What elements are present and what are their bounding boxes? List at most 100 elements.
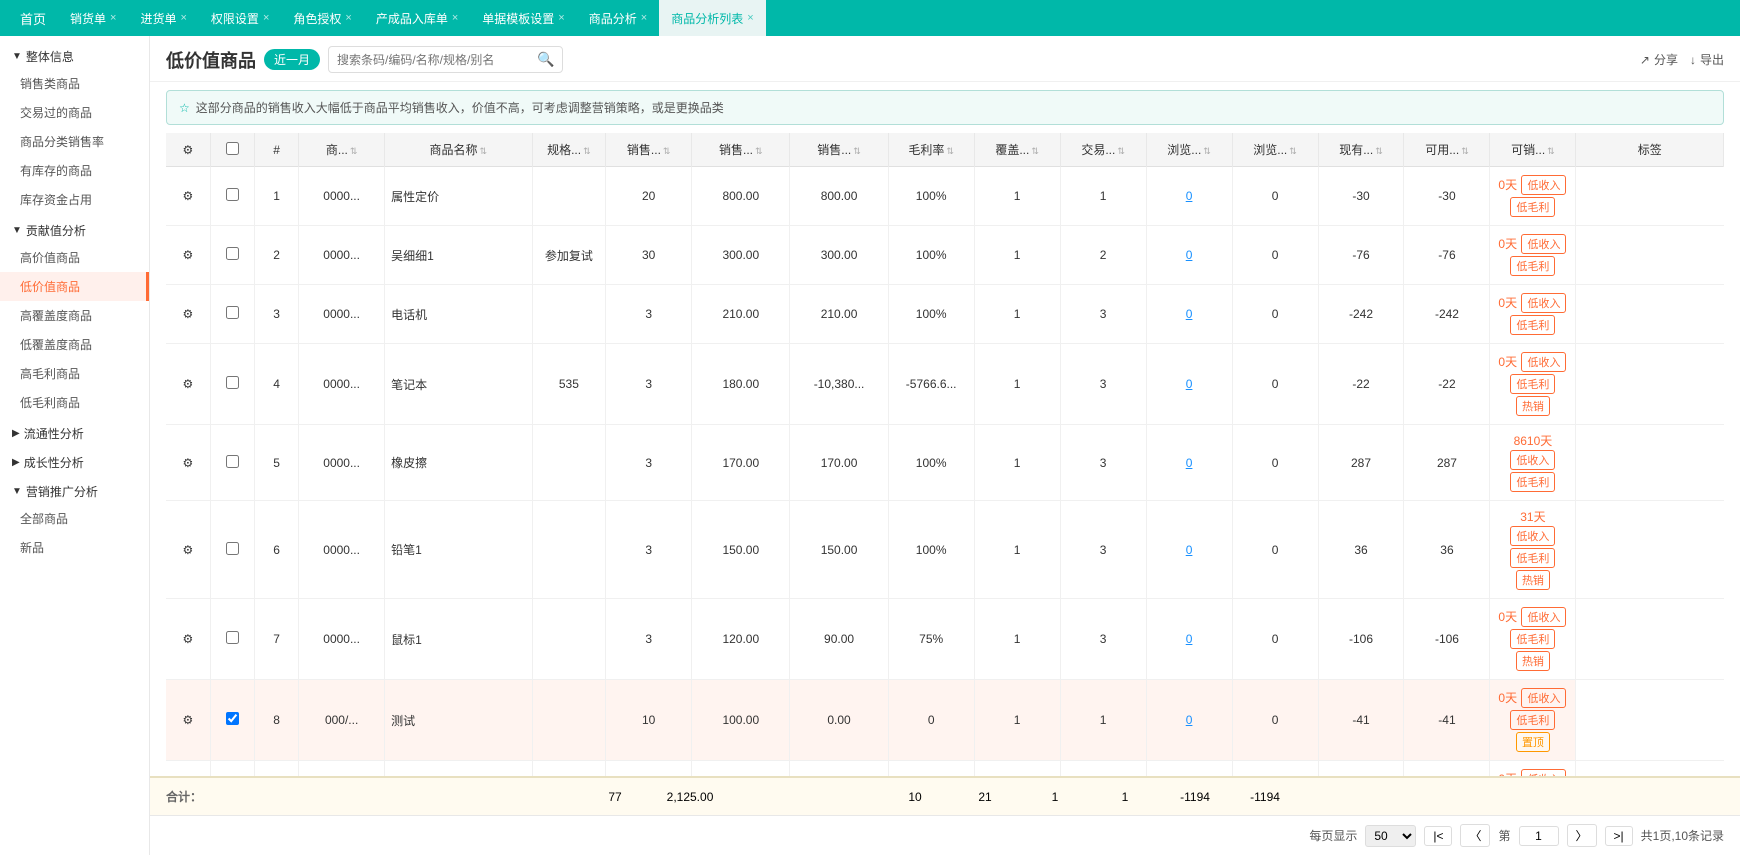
col-browse1[interactable]: 浏览...⇅: [1146, 133, 1232, 167]
col-sales3[interactable]: 销售...⇅: [790, 133, 888, 167]
sidebar-item-category-sales[interactable]: 商品分类销售率: [0, 127, 149, 156]
row-checkbox[interactable]: [226, 631, 239, 644]
col-transaction[interactable]: 交易...⇅: [1060, 133, 1146, 167]
row-col7[interactable]: 0: [1146, 226, 1232, 285]
row-col7[interactable]: 0: [1146, 501, 1232, 599]
settings-cell[interactable]: ⚙: [166, 599, 210, 680]
nav-role-auth[interactable]: 角色授权 ×: [281, 0, 363, 36]
close-icon[interactable]: ×: [641, 12, 647, 24]
checkbox-cell[interactable]: [210, 167, 254, 226]
nav-template-settings[interactable]: 单据模板设置 ×: [470, 0, 576, 36]
col-settings[interactable]: ⚙: [166, 133, 210, 167]
sidebar-item-high-value[interactable]: 高价值商品: [0, 243, 149, 272]
sidebar-item-low-coverage[interactable]: 低覆盖度商品: [0, 330, 149, 359]
filter-tag-month[interactable]: 近一月: [264, 49, 320, 70]
row-col7[interactable]: 1: [1146, 761, 1232, 777]
sidebar-item-high-profit[interactable]: 高毛利商品: [0, 359, 149, 388]
close-icon[interactable]: ×: [110, 12, 116, 24]
settings-cell[interactable]: ⚙: [166, 761, 210, 777]
settings-cell[interactable]: ⚙: [166, 285, 210, 344]
browse-link[interactable]: 0: [1186, 456, 1193, 470]
col-sales1[interactable]: 销售...⇅: [606, 133, 692, 167]
sidebar-item-inventory-fund[interactable]: 库存资金占用: [0, 185, 149, 214]
close-icon[interactable]: ×: [345, 12, 351, 24]
nav-home[interactable]: 首页: [8, 0, 58, 36]
settings-cell[interactable]: ⚙: [166, 680, 210, 761]
col-code[interactable]: 商...⇅: [299, 133, 385, 167]
col-name[interactable]: 商品名称⇅: [385, 133, 532, 167]
browse-link[interactable]: 0: [1186, 307, 1193, 321]
row-checkbox[interactable]: [226, 542, 239, 555]
settings-cell[interactable]: ⚙: [166, 501, 210, 599]
settings-cell[interactable]: ⚙: [166, 226, 210, 285]
sidebar-item-low-profit[interactable]: 低毛利商品: [0, 388, 149, 417]
col-spec[interactable]: 规格...⇅: [532, 133, 606, 167]
browse-link[interactable]: 0: [1186, 377, 1193, 391]
row-checkbox[interactable]: [226, 247, 239, 260]
sidebar-group-circulation[interactable]: ▶ 流通性分析: [0, 417, 149, 446]
browse-link[interactable]: 0: [1186, 189, 1193, 203]
checkbox-cell[interactable]: [210, 285, 254, 344]
sidebar-item-all-goods[interactable]: 全部商品: [0, 504, 149, 533]
checkbox-cell[interactable]: [210, 680, 254, 761]
row-col7[interactable]: 0: [1146, 285, 1232, 344]
row-checkbox[interactable]: [226, 188, 239, 201]
checkbox-cell[interactable]: [210, 761, 254, 777]
sidebar-group-growth[interactable]: ▶ 成长性分析: [0, 446, 149, 475]
sidebar-item-high-coverage[interactable]: 高覆盖度商品: [0, 301, 149, 330]
row-checkbox[interactable]: [226, 376, 239, 389]
settings-cell[interactable]: ⚙: [166, 344, 210, 425]
checkbox-cell[interactable]: [210, 599, 254, 680]
browse-link[interactable]: 0: [1186, 248, 1193, 262]
row-col7[interactable]: 0: [1146, 167, 1232, 226]
sidebar-group-marketing[interactable]: ▼ 营销推广分析: [0, 475, 149, 504]
browse-link[interactable]: 0: [1186, 543, 1193, 557]
row-checkbox[interactable]: [226, 455, 239, 468]
sidebar-item-sales-goods[interactable]: 销售类商品: [0, 69, 149, 98]
sidebar-item-traded-goods[interactable]: 交易过的商品: [0, 98, 149, 127]
row-col7[interactable]: 0: [1146, 680, 1232, 761]
row-checkbox[interactable]: [226, 306, 239, 319]
browse-link[interactable]: 0: [1186, 713, 1193, 727]
close-icon[interactable]: ×: [747, 12, 753, 24]
col-coverage[interactable]: 覆盖...⇅: [974, 133, 1060, 167]
sidebar-item-inventory-goods[interactable]: 有库存的商品: [0, 156, 149, 185]
nav-purchase-order[interactable]: 进货单 ×: [128, 0, 198, 36]
browse-link[interactable]: 0: [1186, 632, 1193, 646]
export-button[interactable]: ↓ 导出: [1690, 51, 1724, 68]
row-col7[interactable]: 0: [1146, 425, 1232, 501]
close-icon[interactable]: ×: [263, 12, 269, 24]
col-current-stock[interactable]: 现有...⇅: [1318, 133, 1404, 167]
col-sales2[interactable]: 销售...⇅: [692, 133, 790, 167]
nav-product-inbound[interactable]: 产成品入库单 ×: [364, 0, 470, 36]
close-icon[interactable]: ×: [180, 12, 186, 24]
nav-product-analysis-list[interactable]: 商品分析列表 ×: [659, 0, 765, 36]
first-page-button[interactable]: |<: [1424, 826, 1452, 846]
row-col7[interactable]: 0: [1146, 599, 1232, 680]
last-page-button[interactable]: >|: [1605, 826, 1633, 846]
col-checkbox[interactable]: [210, 133, 254, 167]
row-col7[interactable]: 0: [1146, 344, 1232, 425]
settings-cell[interactable]: ⚙: [166, 425, 210, 501]
search-input[interactable]: [337, 53, 537, 67]
page-number-input[interactable]: [1519, 826, 1559, 846]
col-saleable[interactable]: 可销...⇅: [1490, 133, 1576, 167]
checkbox-cell[interactable]: [210, 425, 254, 501]
checkbox-cell[interactable]: [210, 226, 254, 285]
row-checkbox[interactable]: [226, 712, 239, 725]
select-all-checkbox[interactable]: [226, 142, 239, 155]
prev-page-button[interactable]: 〈: [1460, 824, 1490, 847]
nav-sales-order[interactable]: 销货单 ×: [58, 0, 128, 36]
sidebar-group-contribution[interactable]: ▼ 贡献值分析: [0, 214, 149, 243]
col-available-stock[interactable]: 可用...⇅: [1404, 133, 1490, 167]
next-page-button[interactable]: 〉: [1567, 824, 1597, 847]
checkbox-cell[interactable]: [210, 501, 254, 599]
sidebar-item-low-value[interactable]: 低价值商品: [0, 272, 149, 301]
close-icon[interactable]: ×: [558, 12, 564, 24]
close-icon[interactable]: ×: [452, 12, 458, 24]
nav-product-analysis[interactable]: 商品分析 ×: [577, 0, 659, 36]
col-browse2[interactable]: 浏览...⇅: [1232, 133, 1318, 167]
per-page-select[interactable]: 50 100 200: [1365, 825, 1416, 847]
nav-permissions[interactable]: 权限设置 ×: [199, 0, 281, 36]
checkbox-cell[interactable]: [210, 344, 254, 425]
